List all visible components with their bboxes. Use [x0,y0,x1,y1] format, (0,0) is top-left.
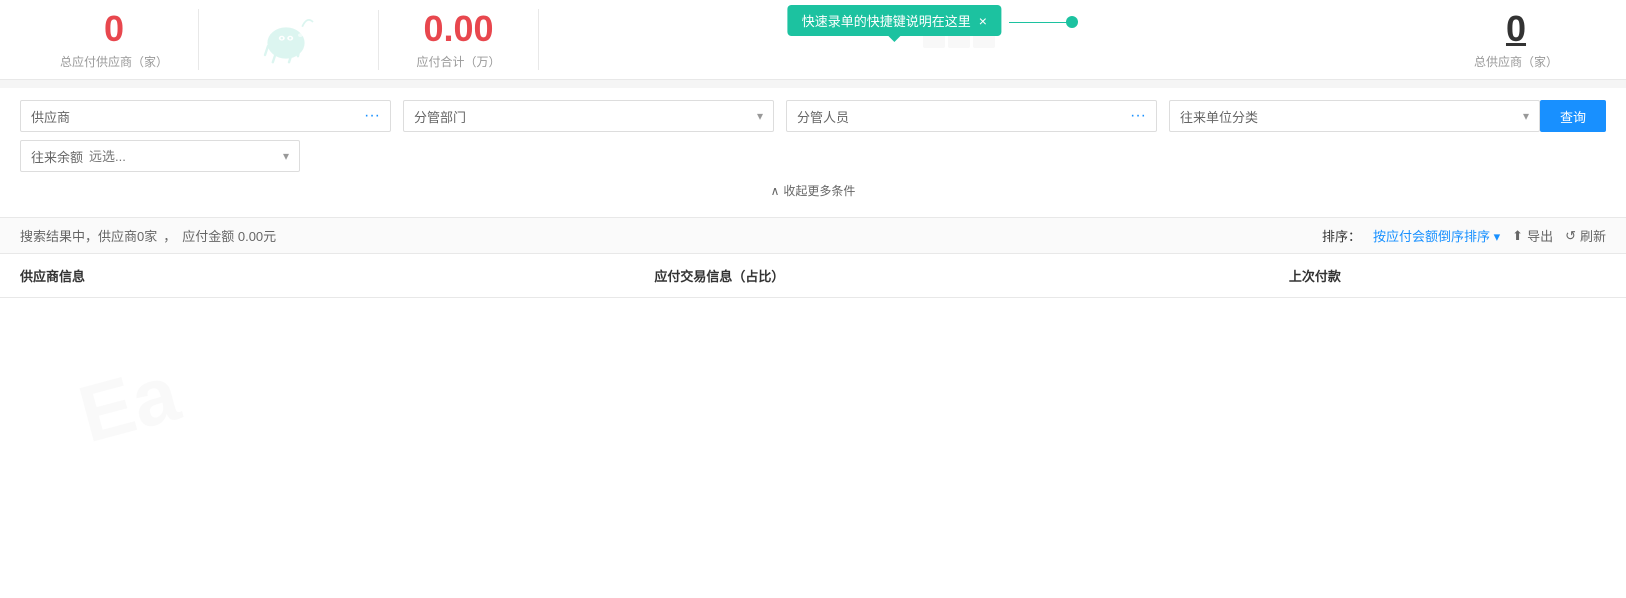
person-filter-dots[interactable]: ··· [1130,107,1146,125]
department-filter-arrow: ▾ [757,109,763,123]
result-bar-right: 排序： 按应付会额倒序排序 ▾ ⬆ 导出 ↺ 刷新 [1322,226,1606,245]
collapse-label: 收起更多条件 [783,182,855,199]
unit-class-filter-arrow: ▾ [1523,109,1529,123]
filter-row-2: 往来余额 ▾ [20,140,1606,172]
sort-select[interactable]: 按应付会额倒序排序 ▾ [1373,226,1500,245]
stat-icon-area [199,10,379,70]
balance-filter-label: 往来余额 [31,147,83,166]
stat-payable-amount: 0.00 应付合计（万） [379,9,539,70]
table-body: Ea [0,298,1626,598]
supplier-filter-label: 供应商 [31,107,70,126]
tooltip-text: 快速录单的快捷键说明在这里 [802,11,971,30]
payable-suppliers-label: 总应付供应商（家） [60,53,168,70]
refresh-btn[interactable]: ↺ 刷新 [1565,226,1606,245]
query-button[interactable]: 查询 [1540,100,1606,132]
refresh-label: 刷新 [1580,226,1606,245]
balance-filter-arrow: ▾ [283,149,289,163]
empty-table-area: Ea [0,298,1626,598]
collapse-row: ∧ 收起更多条件 [20,176,1606,205]
export-icon: ⬆ [1512,228,1523,244]
th-supplier: 供应商信息 [20,266,654,285]
person-filter[interactable]: 分管人员 ··· [786,100,1157,132]
result-separator: ， [163,226,176,245]
collapse-icon: ∧ [771,184,780,198]
person-filter-input[interactable] [855,109,1130,124]
payable-suppliers-count: 0 [104,9,124,49]
collapse-btn[interactable]: ∧ 收起更多条件 [755,176,872,205]
person-filter-label: 分管人员 [797,107,849,126]
payable-amount-label: 应付合计（万） [417,53,501,70]
refresh-icon: ↺ [1565,228,1576,244]
sort-label: 排序： [1322,226,1361,245]
pig-icon [259,10,319,70]
unit-class-filter-input[interactable] [1264,109,1523,124]
unit-class-filter-label: 往来单位分类 [1180,107,1258,126]
filter-row-1: 供应商 ··· 分管部门 ▾ 分管人员 ··· 往来单位分类 ▾ 查询 [20,100,1606,132]
total-suppliers-label: 总供应商（家） [1474,53,1558,70]
department-filter-input[interactable] [472,109,757,124]
stat-total-suppliers: 0 总供应商（家） [1436,9,1596,70]
total-suppliers-count: 0 [1506,9,1526,49]
stat-payable-suppliers: 0 总应付供应商（家） [30,9,199,70]
balance-filter-input[interactable] [89,149,283,164]
sort-value: 按应付会额倒序排序 [1373,229,1490,244]
unit-class-filter[interactable]: 往来单位分类 ▾ [1169,100,1540,132]
top-stats-bar: 0 总应付供应商（家） 0.00 应付合计（万） [0,0,1626,80]
th-transaction: 应付交易信息（占比） [654,266,1288,285]
supplier-filter[interactable]: 供应商 ··· [20,100,391,132]
balance-filter[interactable]: 往来余额 ▾ [20,140,300,172]
result-summary: 搜索结果中，供应商0家 [20,226,157,245]
result-amount: 应付金额 0.00元 [182,226,276,245]
export-label: 导出 [1527,226,1553,245]
supplier-filter-dots[interactable]: ··· [364,107,380,125]
sort-arrow-icon: ▾ [1494,229,1501,244]
shortcut-tooltip: 快速录单的快捷键说明在这里 × [788,5,1001,36]
department-filter[interactable]: 分管部门 ▾ [403,100,774,132]
watermark-text: Ea [70,347,188,461]
filter-area: 供应商 ··· 分管部门 ▾ 分管人员 ··· 往来单位分类 ▾ 查询 往来余额… [0,88,1626,218]
payable-amount: 0.00 [423,9,493,49]
department-filter-label: 分管部门 [414,107,466,126]
tooltip-connector-line [1009,22,1069,23]
tooltip-close-btn[interactable]: × [979,14,987,28]
table-header: 供应商信息 应付交易信息（占比） 上次付款 [0,254,1626,298]
supplier-filter-input[interactable] [76,109,364,124]
th-lastpay: 上次付款 [1289,266,1606,285]
export-btn[interactable]: ⬆ 导出 [1512,226,1553,245]
result-bar: 搜索结果中，供应商0家 ， 应付金额 0.00元 排序： 按应付会额倒序排序 ▾… [0,218,1626,254]
